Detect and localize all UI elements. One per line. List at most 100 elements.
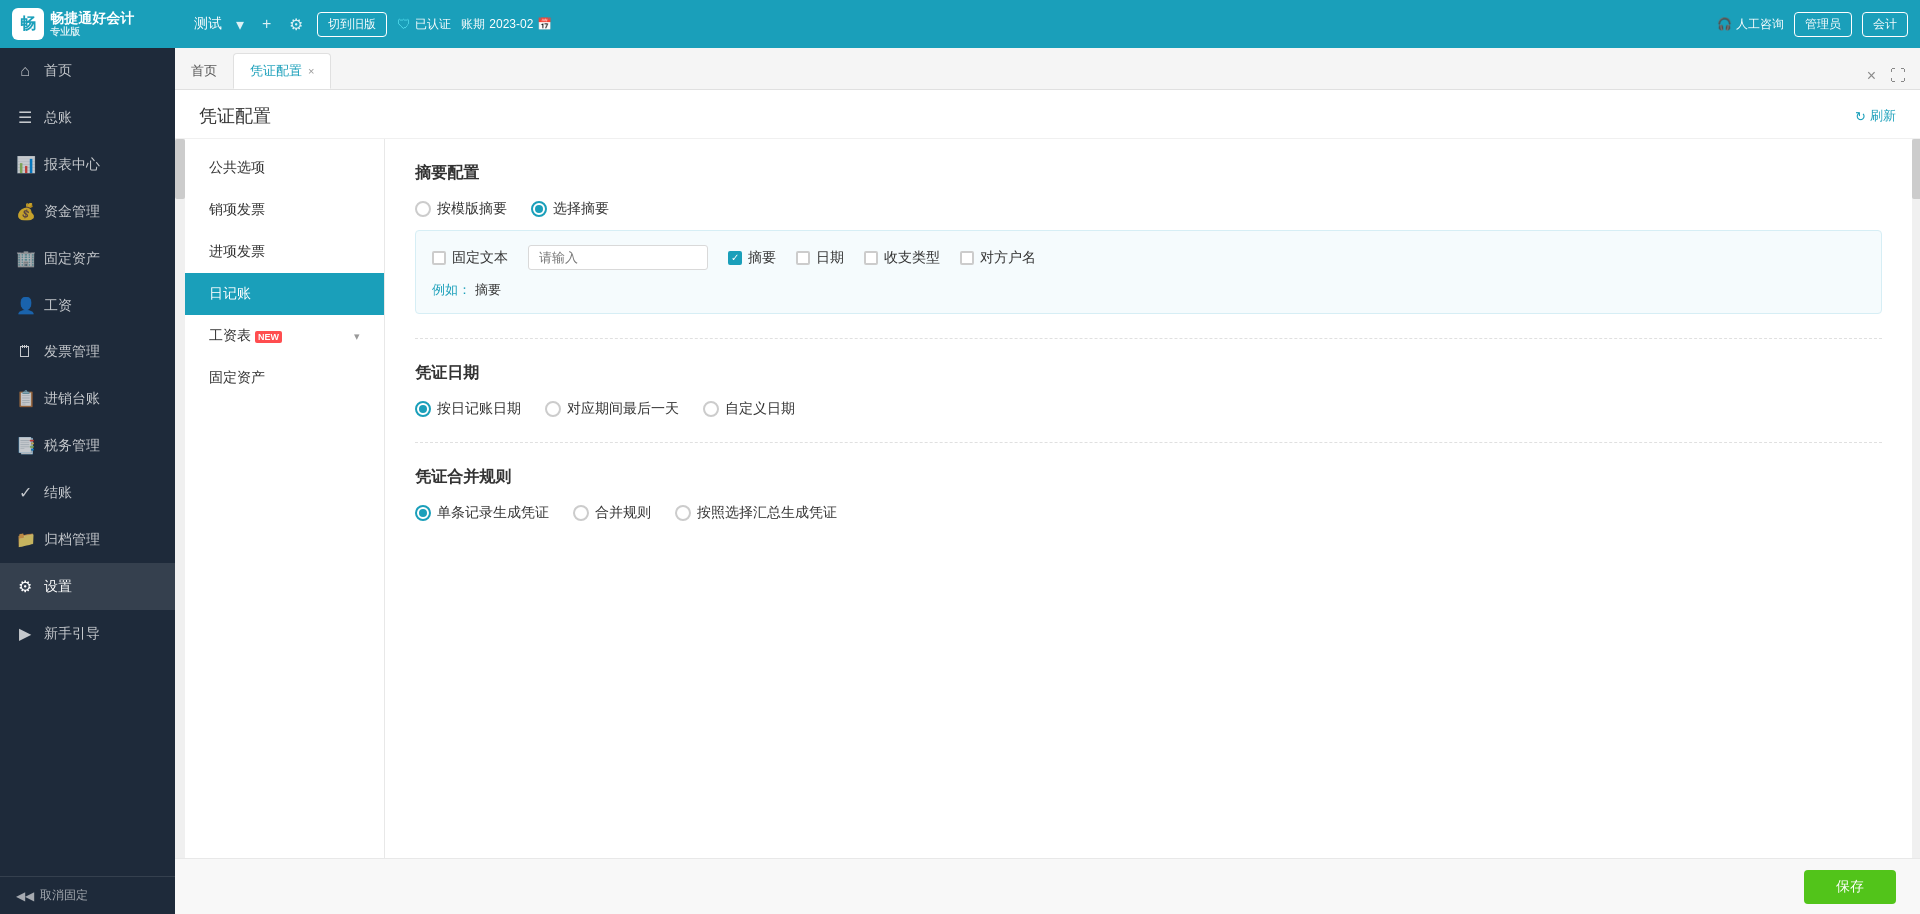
new-badge: NEW — [255, 331, 282, 343]
merge-rules-circle — [573, 505, 589, 521]
select-summary-dot — [535, 205, 543, 213]
by-selection-circle — [675, 505, 691, 521]
custom-date-radio[interactable]: 自定义日期 — [703, 400, 795, 418]
last-day-radio[interactable]: 对应期间最后一天 — [545, 400, 679, 418]
by-journal-date-circle — [415, 401, 431, 417]
sidebar-label-sales: 进销台账 — [44, 390, 100, 408]
by-journal-date-radio[interactable]: 按日记账日期 — [415, 400, 521, 418]
summary-config-section: 摘要配置 按模版摘要 选择摘要 — [415, 139, 1882, 339]
scroll-thumb-left — [175, 139, 185, 199]
sidebar-icon-reports: 📊 — [16, 155, 34, 174]
topbar-right: 🎧 人工咨询 管理员 会计 — [1717, 12, 1908, 37]
accountant-button[interactable]: 会计 — [1862, 12, 1908, 37]
date-config-section: 凭证日期 按日记账日期 对应期间最后一天 — [415, 339, 1882, 443]
refresh-icon: ↻ — [1855, 109, 1866, 124]
single-record-radio[interactable]: 单条记录生成凭证 — [415, 504, 549, 522]
pin-icon: ◀◀ — [16, 889, 34, 903]
vertical-scrollbar-right[interactable] — [1912, 139, 1920, 858]
sidebar-label-archive: 归档管理 — [44, 531, 100, 549]
page-footer: 保存 — [175, 858, 1920, 914]
summary-box: ✓ — [728, 251, 742, 265]
by-template-circle — [415, 201, 431, 217]
sidebar-item-salary[interactable]: 👤 工资 — [0, 282, 175, 329]
sidebar-label-tax: 税务管理 — [44, 437, 100, 455]
save-button[interactable]: 保存 — [1804, 870, 1896, 904]
tab-bar: 首页 凭证配置 × × ⛶ — [175, 48, 1920, 90]
left-nav-item-payroll[interactable]: 工资表 NEW ▾ — [185, 315, 384, 357]
add-icon[interactable]: + — [258, 11, 275, 37]
tab-label-voucher-config: 凭证配置 — [250, 62, 302, 80]
tab-voucher-config[interactable]: 凭证配置 × — [233, 53, 331, 89]
close-tab-button[interactable]: × — [1863, 63, 1880, 89]
last-day-circle — [545, 401, 561, 417]
sidebar-label-ledger: 总账 — [44, 109, 72, 127]
summary-config-box: 固定文本 ✓ 摘要 — [415, 230, 1882, 314]
fullscreen-button[interactable]: ⛶ — [1886, 63, 1910, 89]
fixed-text-checkbox[interactable]: 固定文本 — [432, 249, 508, 267]
admin-button[interactable]: 管理员 — [1794, 12, 1852, 37]
consultant-button[interactable]: 🎧 人工咨询 — [1717, 16, 1784, 33]
left-nav-item-fixed-assets[interactable]: 固定资产 — [185, 357, 384, 399]
sidebar-icon-archive: 📁 — [16, 530, 34, 549]
left-nav-item-purchase-invoice[interactable]: 进项发票 — [185, 231, 384, 273]
page-title: 凭证配置 — [199, 104, 271, 128]
project-name: 测试 — [194, 15, 222, 33]
calendar-icon[interactable]: 📅 — [537, 17, 552, 31]
left-nav-item-sales-invoice[interactable]: 销项发票 — [185, 189, 384, 231]
cancel-pin-button[interactable]: ◀◀ 取消固定 — [0, 876, 175, 914]
sidebar-icon-home: ⌂ — [16, 62, 34, 80]
sidebar-item-funds[interactable]: 💰 资金管理 — [0, 188, 175, 235]
sidebar-item-home[interactable]: ⌂ 首页 — [0, 48, 175, 94]
sidebar-item-reports[interactable]: 📊 报表中心 — [0, 141, 175, 188]
sidebar-item-ledger[interactable]: ☰ 总账 — [0, 94, 175, 141]
vertical-scrollbar-left[interactable] — [175, 139, 185, 858]
sidebar-icon-assets: 🏢 — [16, 249, 34, 268]
date-checkbox[interactable]: 日期 — [796, 249, 844, 267]
summary-radio-group: 按模版摘要 选择摘要 — [415, 200, 1882, 218]
sidebar-item-archive[interactable]: 📁 归档管理 — [0, 516, 175, 563]
right-content: 摘要配置 按模版摘要 选择摘要 — [385, 139, 1912, 858]
by-selection-radio[interactable]: 按照选择汇总生成凭证 — [675, 504, 837, 522]
left-nav-item-public[interactable]: 公共选项 — [185, 147, 384, 189]
payment-type-checkbox[interactable]: 收支类型 — [864, 249, 940, 267]
fixed-text-box — [432, 251, 446, 265]
custom-date-circle — [703, 401, 719, 417]
sidebar-item-tax[interactable]: 📑 税务管理 — [0, 422, 175, 469]
page-header: 凭证配置 ↻ 刷新 — [175, 90, 1920, 139]
sidebar-icon-salary: 👤 — [16, 296, 34, 315]
fixed-text-input[interactable] — [528, 245, 708, 270]
sidebar-label-assets: 固定资产 — [44, 250, 100, 268]
counterparty-checkbox[interactable]: 对方户名 — [960, 249, 1036, 267]
sidebar-icon-ledger: ☰ — [16, 108, 34, 127]
dropdown-arrow-icon[interactable]: ▾ — [232, 11, 248, 38]
sidebar-label-home: 首页 — [44, 62, 72, 80]
sidebar-label-funds: 资金管理 — [44, 203, 100, 221]
select-summary-radio[interactable]: 选择摘要 — [531, 200, 609, 218]
tab-close-voucher-config[interactable]: × — [308, 65, 314, 77]
sidebar-item-invoice[interactable]: 🗒 发票管理 — [0, 329, 175, 375]
period-info: 账期 2023-02 📅 — [461, 16, 552, 33]
by-template-radio[interactable]: 按模版摘要 — [415, 200, 507, 218]
main-layout: ⌂ 首页 ☰ 总账 📊 报表中心 💰 资金管理 🏢 固定资产 👤 工资 🗒 发票… — [0, 48, 1920, 914]
scroll-thumb-right — [1912, 139, 1920, 199]
sidebar-item-sales[interactable]: 📋 进销台账 — [0, 375, 175, 422]
sidebar-item-close[interactable]: ✓ 结账 — [0, 469, 175, 516]
expand-arrow-payroll: ▾ — [354, 330, 360, 343]
sidebar-icon-funds: 💰 — [16, 202, 34, 221]
tab-home[interactable]: 首页 — [175, 53, 233, 89]
refresh-button[interactable]: ↻ 刷新 — [1855, 107, 1896, 125]
certified-badge: 🛡 已认证 — [397, 16, 451, 33]
sidebar-label-settings: 设置 — [44, 578, 72, 596]
left-nav-label-payroll: 工资表 NEW — [209, 327, 282, 345]
sidebar-item-assets[interactable]: 🏢 固定资产 — [0, 235, 175, 282]
by-journal-date-dot — [419, 405, 427, 413]
merge-rules-radio[interactable]: 合并规则 — [573, 504, 651, 522]
sidebar-item-settings[interactable]: ⚙ 设置 — [0, 563, 175, 610]
topbar-center: 测试 ▾ + ⚙ 切到旧版 🛡 已认证 账期 2023-02 📅 — [184, 11, 1717, 38]
old-version-button[interactable]: 切到旧版 — [317, 12, 387, 37]
tab-label-home: 首页 — [191, 62, 217, 80]
summary-checkbox[interactable]: ✓ 摘要 — [728, 249, 776, 267]
sidebar-item-guide[interactable]: ▶ 新手引导 — [0, 610, 175, 657]
left-nav-item-journal[interactable]: 日记账 — [185, 273, 384, 315]
gear-icon[interactable]: ⚙ — [285, 11, 307, 38]
